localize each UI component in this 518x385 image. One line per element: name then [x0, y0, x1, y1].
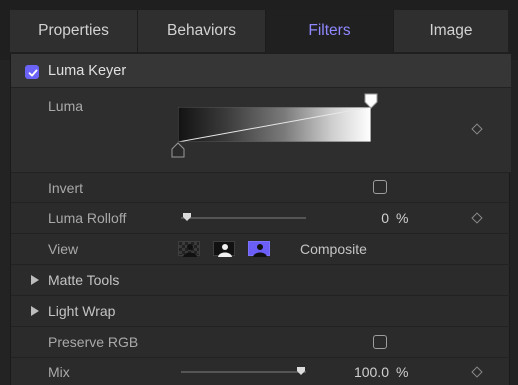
disclosure-triangle-icon[interactable]: [31, 275, 39, 285]
keyframe-diamond-icon[interactable]: [471, 366, 483, 378]
luma-rolloff-value[interactable]: 0: [341, 210, 389, 226]
param-row-luma: Luma: [11, 88, 511, 173]
person-silhouette-icon: [218, 244, 232, 257]
param-label-light-wrap: Light Wrap: [48, 303, 116, 319]
filter-name: Luma Keyer: [48, 63, 127, 79]
param-row-view: View Composite: [11, 234, 511, 265]
tab-properties[interactable]: Properties: [10, 10, 138, 52]
view-source-button[interactable]: [213, 241, 235, 257]
param-label-matte-tools: Matte Tools: [48, 272, 120, 288]
keyframe-diamond-icon[interactable]: [471, 123, 483, 135]
view-composite-button[interactable]: [248, 241, 270, 257]
person-silhouette-icon: [253, 244, 267, 257]
filters-panel: Luma Keyer Luma Invert Luma Rolloff 0 % …: [10, 54, 511, 385]
param-row-luma-rolloff: Luma Rolloff 0 %: [11, 203, 511, 234]
luma-high-handle[interactable]: [363, 93, 379, 109]
person-silhouette-icon: [183, 244, 197, 257]
param-label-mix: Mix: [48, 364, 70, 380]
mix-value[interactable]: 100.0: [333, 364, 389, 380]
checkmark-icon: [28, 69, 38, 77]
param-label-luma-rolloff: Luma Rolloff: [48, 210, 127, 226]
preserve-rgb-checkbox[interactable]: [373, 335, 387, 349]
filter-header-luma-keyer: Luma Keyer: [11, 54, 511, 88]
param-label-view: View: [48, 241, 79, 257]
inspector-tabs: Properties Behaviors Filters Image: [0, 0, 518, 60]
param-row-mix: Mix 100.0 %: [11, 358, 511, 385]
mix-slider-knob[interactable]: [296, 366, 306, 376]
param-group-matte-tools[interactable]: Matte Tools: [11, 265, 511, 296]
mix-slider-track[interactable]: [181, 371, 306, 373]
tab-image[interactable]: Image: [394, 10, 508, 52]
luma-rolloff-unit: %: [396, 210, 409, 226]
mix-unit: %: [396, 364, 409, 380]
view-matte-button[interactable]: [178, 241, 200, 257]
param-row-invert: Invert: [11, 173, 511, 203]
luma-rolloff-slider-track[interactable]: [181, 217, 306, 219]
keyframe-diamond-icon[interactable]: [471, 212, 483, 224]
tab-filters[interactable]: Filters: [266, 10, 394, 52]
view-mode-label: Composite: [300, 241, 367, 257]
param-label-luma: Luma: [48, 98, 84, 114]
invert-checkbox[interactable]: [373, 180, 387, 194]
filter-enable-checkbox[interactable]: [25, 65, 39, 79]
luma-low-handle[interactable]: [171, 142, 185, 158]
param-group-light-wrap[interactable]: Light Wrap: [11, 296, 511, 327]
luma-rolloff-slider-knob[interactable]: [182, 212, 192, 222]
param-label-preserve-rgb: Preserve RGB: [48, 334, 139, 350]
disclosure-triangle-icon[interactable]: [31, 306, 39, 316]
param-row-preserve-rgb: Preserve RGB: [11, 327, 511, 358]
tab-behaviors[interactable]: Behaviors: [138, 10, 266, 52]
param-label-invert: Invert: [48, 180, 84, 196]
luma-gradient-ramp[interactable]: [178, 107, 371, 142]
